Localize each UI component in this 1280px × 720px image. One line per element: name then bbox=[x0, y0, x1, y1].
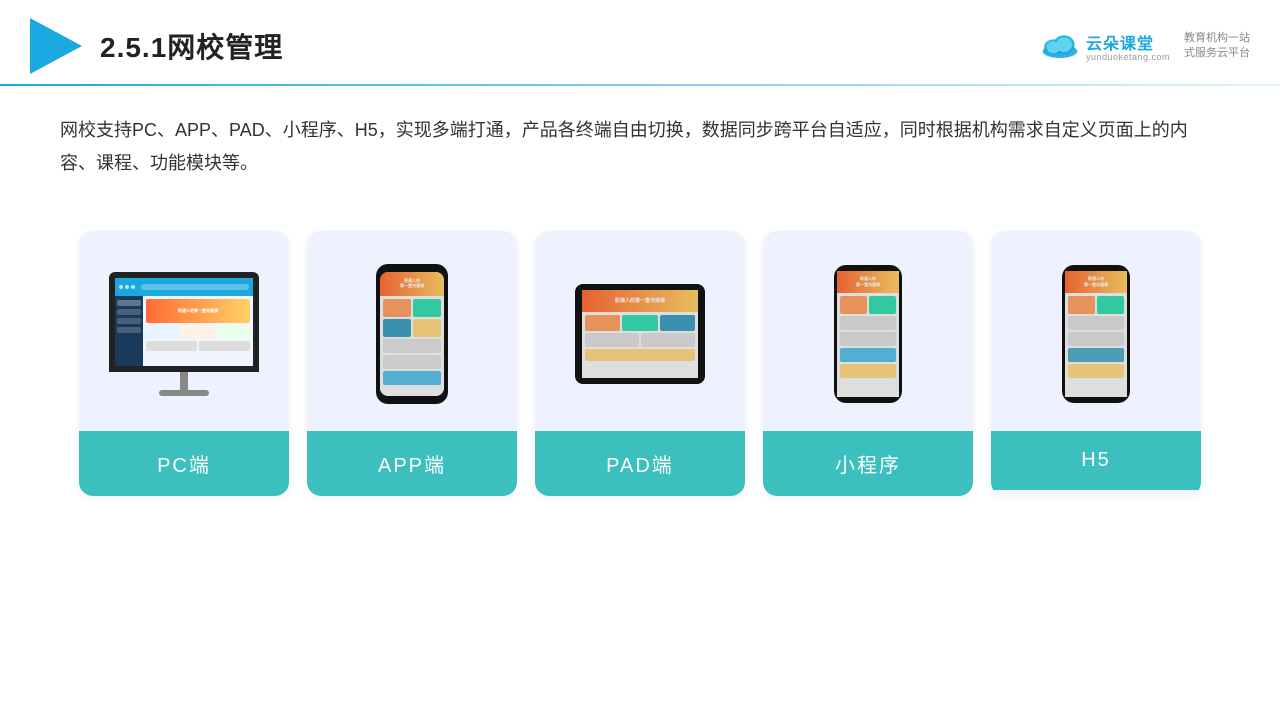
card-app: 职通人的第一堂沟通课 bbox=[307, 231, 517, 496]
card-miniapp: 职通人的第一堂沟通课 bbox=[763, 231, 973, 496]
logo-cloud-area: 云朵课堂 yunduoketang.com 教育机构一站式服务云平台 bbox=[1040, 30, 1250, 62]
miniapp-phone-notch bbox=[858, 265, 878, 270]
app-phone-frame: 职通人的第一堂沟通课 bbox=[376, 264, 448, 404]
logo-main-text: 云朵课堂 bbox=[1086, 30, 1170, 54]
page-title: 2.5.1网校管理 bbox=[100, 26, 283, 66]
app-phone-screen: 职通人的第一堂沟通课 bbox=[380, 272, 444, 396]
app-phone-body: 职通人的第一堂沟通课 bbox=[376, 264, 448, 404]
card-app-image: 职通人的第一堂沟通课 bbox=[307, 231, 517, 431]
tablet-screen: 职通人的第一堂沟通课 bbox=[582, 290, 698, 378]
h5-phone-body: 职通人的第一堂沟通课 bbox=[1062, 265, 1130, 403]
logo-tagline: 教育机构一站式服务云平台 bbox=[1184, 31, 1250, 62]
card-h5: 职通人的第一堂沟通课 bbox=[991, 231, 1201, 496]
card-h5-label: H5 bbox=[991, 431, 1201, 490]
cards-section: 职通人的第一堂沟通课 bbox=[0, 201, 1280, 496]
card-pad-label: PAD端 bbox=[535, 431, 745, 496]
logo-en-text: yunduoketang.com bbox=[1086, 52, 1170, 62]
app-phone-body-content bbox=[380, 296, 444, 396]
h5-phone: 职通人的第一堂沟通课 bbox=[1062, 265, 1130, 403]
page-header: 2.5.1网校管理 云朵课堂 yunduoketang.com 教育机构一站式服… bbox=[0, 0, 1280, 74]
logo-play-icon bbox=[30, 18, 82, 74]
card-pad-image: 职通人的第一堂沟通课 bbox=[535, 231, 745, 431]
monitor-stand bbox=[180, 372, 188, 390]
description-text: 网校支持PC、APP、PAD、小程序、H5，实现多端打通，产品各终端自由切换，数… bbox=[0, 86, 1280, 191]
pc-monitor: 职通人的第一堂沟通课 bbox=[109, 272, 259, 396]
card-pc: 职通人的第一堂沟通课 bbox=[79, 231, 289, 496]
monitor-screen: 职通人的第一堂沟通课 bbox=[109, 272, 259, 372]
card-pc-image: 职通人的第一堂沟通课 bbox=[79, 231, 289, 431]
card-miniapp-label: 小程序 bbox=[763, 431, 973, 496]
play-icon bbox=[30, 18, 82, 74]
miniapp-phone-body: 职通人的第一堂沟通课 bbox=[834, 265, 902, 403]
app-phone-notch bbox=[401, 264, 423, 270]
screen-header-bar bbox=[115, 278, 253, 296]
card-app-label: APP端 bbox=[307, 431, 517, 496]
tablet-body: 职通人的第一堂沟通课 bbox=[575, 284, 705, 384]
card-miniapp-image: 职通人的第一堂沟通课 bbox=[763, 231, 973, 431]
card-pc-label: PC端 bbox=[79, 431, 289, 496]
card-pad: 职通人的第一堂沟通课 bbox=[535, 231, 745, 496]
cloud-icon bbox=[1040, 32, 1080, 60]
brand-logo: 云朵课堂 yunduoketang.com 教育机构一站式服务云平台 bbox=[1040, 30, 1250, 62]
app-phone-header: 职通人的第一堂沟通课 bbox=[380, 272, 444, 296]
h5-phone-screen: 职通人的第一堂沟通课 bbox=[1065, 271, 1127, 397]
header-left: 2.5.1网校管理 bbox=[30, 18, 283, 74]
app-screen-content: 职通人的第一堂沟通课 bbox=[380, 272, 444, 396]
pad-tablet: 职通人的第一堂沟通课 bbox=[575, 284, 705, 384]
monitor-base bbox=[159, 390, 209, 396]
miniapp-phone-screen: 职通人的第一堂沟通课 bbox=[837, 271, 899, 397]
card-h5-image: 职通人的第一堂沟通课 bbox=[991, 231, 1201, 431]
screen-content-pc: 职通人的第一堂沟通课 bbox=[115, 278, 253, 366]
logo-text: 云朵课堂 yunduoketang.com bbox=[1086, 30, 1170, 62]
miniapp-phone: 职通人的第一堂沟通课 bbox=[834, 265, 902, 403]
h5-phone-notch bbox=[1086, 265, 1106, 270]
